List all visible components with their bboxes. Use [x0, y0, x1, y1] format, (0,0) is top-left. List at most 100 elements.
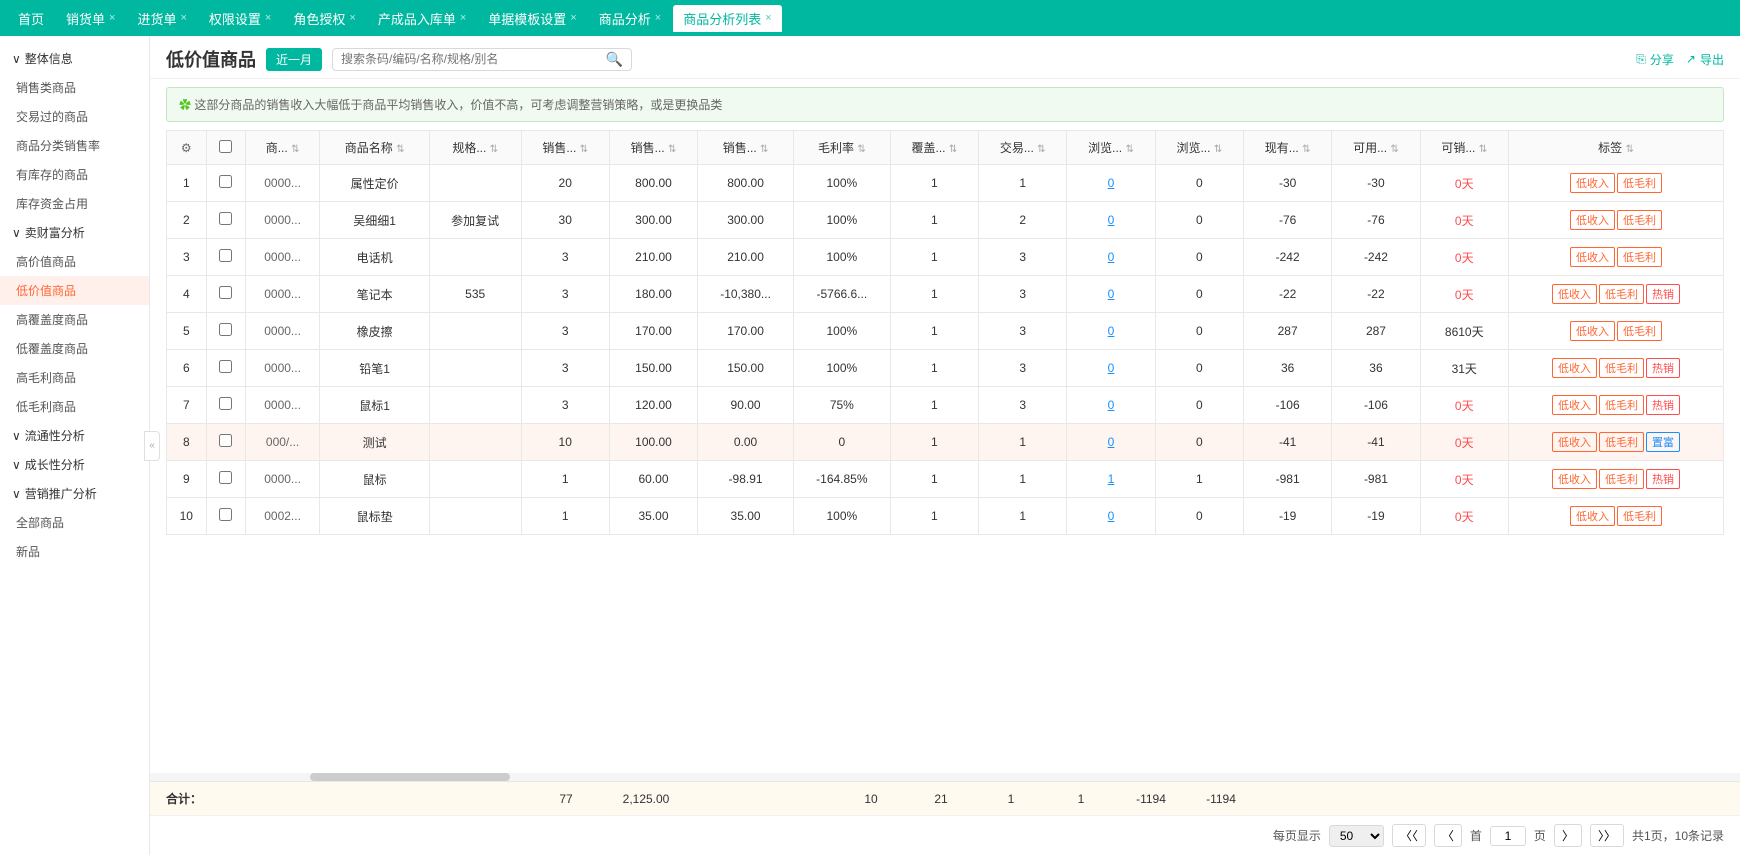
col-browse2[interactable]: 浏览... ⇅ [1155, 131, 1243, 165]
nav-tab-product-analysis[interactable]: 商品分析 × [589, 5, 671, 32]
row-gross-margin: 100% [793, 350, 890, 387]
row-coverage: 1 [890, 239, 978, 276]
nav-tab-permission[interactable]: 权限设置 × [199, 5, 281, 32]
sidebar-item-low-margin[interactable]: 低毛利商品 [0, 392, 149, 421]
row-sales-amount: 210.00 [609, 239, 697, 276]
row-checkbox[interactable] [206, 350, 245, 387]
close-icon[interactable]: × [349, 12, 355, 24]
col-code[interactable]: 商... ⇅ [245, 131, 320, 165]
col-settings[interactable]: ⚙ [167, 131, 207, 165]
row-gross-margin: 100% [793, 239, 890, 276]
sidebar-group-marketing[interactable]: ∨ 营销推广分析 [0, 479, 149, 508]
sidebar-item-all-products[interactable]: 全部商品 [0, 508, 149, 537]
row-coverage: 1 [890, 350, 978, 387]
col-spec[interactable]: 规格... ⇅ [429, 131, 521, 165]
table-row: 1 0000... 属性定价 20 800.00 800.00 100% 1 1… [167, 165, 1724, 202]
nav-tab-role[interactable]: 角色授权 × [283, 5, 365, 32]
row-browse1[interactable]: 0 [1067, 202, 1155, 239]
row-checkbox[interactable] [206, 498, 245, 535]
row-checkbox[interactable] [206, 387, 245, 424]
row-browse1[interactable]: 1 [1067, 461, 1155, 498]
row-browse1[interactable]: 0 [1067, 276, 1155, 313]
row-current-stock: -981 [1243, 461, 1331, 498]
col-sales-amount[interactable]: 销售... ⇅ [609, 131, 697, 165]
col-current-stock[interactable]: 现有... ⇅ [1243, 131, 1331, 165]
row-checkbox[interactable] [206, 276, 245, 313]
row-browse1[interactable]: 0 [1067, 387, 1155, 424]
col-sales-price[interactable]: 销售... ⇅ [698, 131, 794, 165]
export-button[interactable]: ↗ 导出 [1686, 51, 1724, 68]
nav-tab-sales[interactable]: 销货单 × [56, 5, 125, 32]
row-checkbox[interactable] [206, 461, 245, 498]
sidebar-item-low-coverage[interactable]: 低覆盖度商品 [0, 334, 149, 363]
row-browse2: 0 [1155, 350, 1243, 387]
scrollbar-thumb[interactable] [310, 773, 510, 781]
row-coverage: 1 [890, 202, 978, 239]
col-transactions[interactable]: 交易... ⇅ [979, 131, 1067, 165]
close-icon[interactable]: × [655, 12, 661, 24]
share-button[interactable]: ⎘ 分享 [1636, 51, 1674, 68]
sidebar-group-circulation[interactable]: ∨ 流通性分析 [0, 421, 149, 450]
page-next-button[interactable]: 〉 [1554, 824, 1582, 847]
close-icon[interactable]: × [180, 12, 186, 24]
sidebar-group-wealth[interactable]: ∨ 卖财富分析 [0, 218, 149, 247]
sidebar-group-growth[interactable]: ∨ 成长性分析 [0, 450, 149, 479]
page-prev-button[interactable]: 〈 [1434, 824, 1462, 847]
row-coverage: 1 [890, 498, 978, 535]
row-tags: 低收入低毛利热销 [1508, 387, 1723, 424]
sidebar-item-traded-products[interactable]: 交易过的商品 [0, 102, 149, 131]
col-gross-margin[interactable]: 毛利率 ⇅ [793, 131, 890, 165]
row-browse1[interactable]: 0 [1067, 165, 1155, 202]
row-sales-price: 800.00 [698, 165, 794, 202]
col-coverage[interactable]: 覆盖... ⇅ [890, 131, 978, 165]
page-size-select[interactable]: 50 100 200 [1329, 825, 1384, 847]
select-all-checkbox[interactable] [219, 140, 232, 153]
sidebar-item-stock-products[interactable]: 有库存的商品 [0, 160, 149, 189]
close-icon[interactable]: × [460, 12, 466, 24]
page-first-button[interactable]: 〈〈 [1392, 824, 1426, 847]
footer-transactions: 21 [906, 792, 976, 806]
col-browse1[interactable]: 浏览... ⇅ [1067, 131, 1155, 165]
nav-tab-product-analysis-list[interactable]: 商品分析列表 × [673, 5, 781, 32]
sidebar-item-sales-products[interactable]: 销售类商品 [0, 73, 149, 102]
sidebar-item-high-value[interactable]: 高价值商品 [0, 247, 149, 276]
row-checkbox[interactable] [206, 313, 245, 350]
close-icon[interactable]: × [265, 12, 271, 24]
tag: 热销 [1646, 395, 1680, 415]
close-icon[interactable]: × [570, 12, 576, 24]
nav-tab-product-inbound[interactable]: 产成品入库单 × [368, 5, 476, 32]
nav-tab-home[interactable]: 首页 [8, 5, 54, 32]
search-input[interactable] [341, 52, 602, 66]
row-browse1[interactable]: 0 [1067, 498, 1155, 535]
row-checkbox[interactable] [206, 165, 245, 202]
sidebar-item-new-products[interactable]: 新品 [0, 537, 149, 566]
row-browse1[interactable]: 0 [1067, 239, 1155, 276]
col-tags[interactable]: 标签 ⇅ [1508, 131, 1723, 165]
close-icon[interactable]: × [765, 12, 771, 24]
sidebar-item-stock-capital[interactable]: 库存资金占用 [0, 189, 149, 218]
close-icon[interactable]: × [109, 12, 115, 24]
col-name[interactable]: 商品名称 ⇅ [320, 131, 429, 165]
row-checkbox[interactable] [206, 424, 245, 461]
row-checkbox[interactable] [206, 202, 245, 239]
nav-tab-template[interactable]: 单据模板设置 × [478, 5, 586, 32]
scrollbar-area[interactable] [150, 773, 1740, 781]
col-sellable[interactable]: 可销... ⇅ [1420, 131, 1508, 165]
period-button[interactable]: 近一月 [266, 48, 322, 71]
row-browse1[interactable]: 0 [1067, 424, 1155, 461]
col-available-stock[interactable]: 可用... ⇅ [1332, 131, 1420, 165]
sidebar-group-overall[interactable]: ∨ 整体信息 [0, 44, 149, 73]
sidebar-item-category-sales-rate[interactable]: 商品分类销售率 [0, 131, 149, 160]
page-last-button[interactable]: 〉〉 [1590, 824, 1624, 847]
row-browse1[interactable]: 0 [1067, 313, 1155, 350]
sidebar-item-high-margin[interactable]: 高毛利商品 [0, 363, 149, 392]
page-number-input[interactable] [1490, 826, 1526, 846]
sidebar-item-high-coverage[interactable]: 高覆盖度商品 [0, 305, 149, 334]
sidebar-collapse-button[interactable]: « [144, 431, 160, 461]
row-browse1[interactable]: 0 [1067, 350, 1155, 387]
row-checkbox[interactable] [206, 239, 245, 276]
col-sales-qty[interactable]: 销售... ⇅ [521, 131, 609, 165]
sidebar-item-low-value[interactable]: 低价值商品 [0, 276, 149, 305]
nav-tab-purchase[interactable]: 进货单 × [127, 5, 196, 32]
row-transactions: 2 [979, 202, 1067, 239]
